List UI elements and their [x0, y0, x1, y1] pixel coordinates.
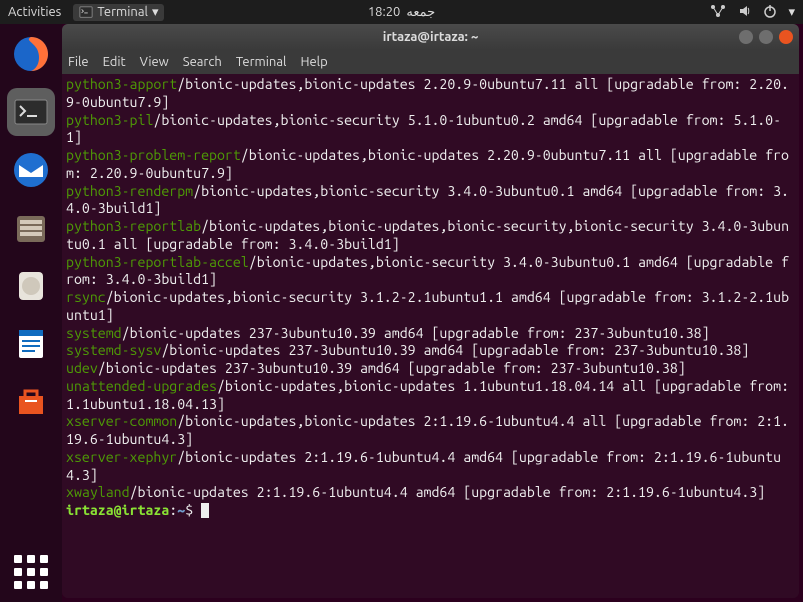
dock [0, 24, 62, 602]
dock-disk[interactable] [7, 262, 55, 310]
chevron-down-icon[interactable]: ▾ [788, 5, 795, 20]
terminal-output[interactable]: python3-apport/bionic-updates,bionic-upd… [62, 74, 799, 598]
menu-terminal[interactable]: Terminal [236, 55, 287, 69]
clock-day: جمعه [406, 5, 435, 20]
chevron-down-icon: ▾ [152, 5, 159, 20]
close-button[interactable] [779, 30, 793, 44]
menu-edit[interactable]: Edit [103, 55, 126, 69]
power-icon[interactable] [764, 4, 776, 21]
terminal-icon [79, 5, 93, 19]
volume-icon[interactable] [738, 4, 752, 21]
terminal-window: irtaza@irtaza: ~ File Edit View Search T… [62, 24, 799, 598]
activities-button[interactable]: Activities [8, 5, 61, 19]
app-menu-terminal[interactable]: Terminal ▾ [73, 4, 164, 21]
network-icon[interactable] [710, 4, 726, 21]
titlebar[interactable]: irtaza@irtaza: ~ [62, 24, 799, 50]
show-applications[interactable] [11, 552, 51, 592]
menubar: File Edit View Search Terminal Help [62, 50, 799, 74]
dock-writer[interactable] [7, 320, 55, 368]
menu-view[interactable]: View [140, 55, 169, 69]
clock[interactable]: 18:20 جمعه [368, 5, 435, 20]
dock-software[interactable] [7, 378, 55, 426]
gnome-topbar: Activities Terminal ▾ 18:20 جمعه ▾ [0, 0, 803, 24]
dock-files[interactable] [7, 204, 55, 252]
app-menu-label: Terminal [97, 5, 148, 19]
dock-thunderbird[interactable] [7, 146, 55, 194]
clock-time: 18:20 [368, 5, 401, 19]
menu-file[interactable]: File [68, 55, 89, 69]
maximize-button[interactable] [759, 30, 773, 44]
minimize-button[interactable] [739, 30, 753, 44]
menu-search[interactable]: Search [183, 55, 222, 69]
dock-firefox[interactable] [7, 30, 55, 78]
window-title: irtaza@irtaza: ~ [383, 30, 479, 44]
menu-help[interactable]: Help [300, 55, 327, 69]
dock-terminal[interactable] [7, 88, 55, 136]
